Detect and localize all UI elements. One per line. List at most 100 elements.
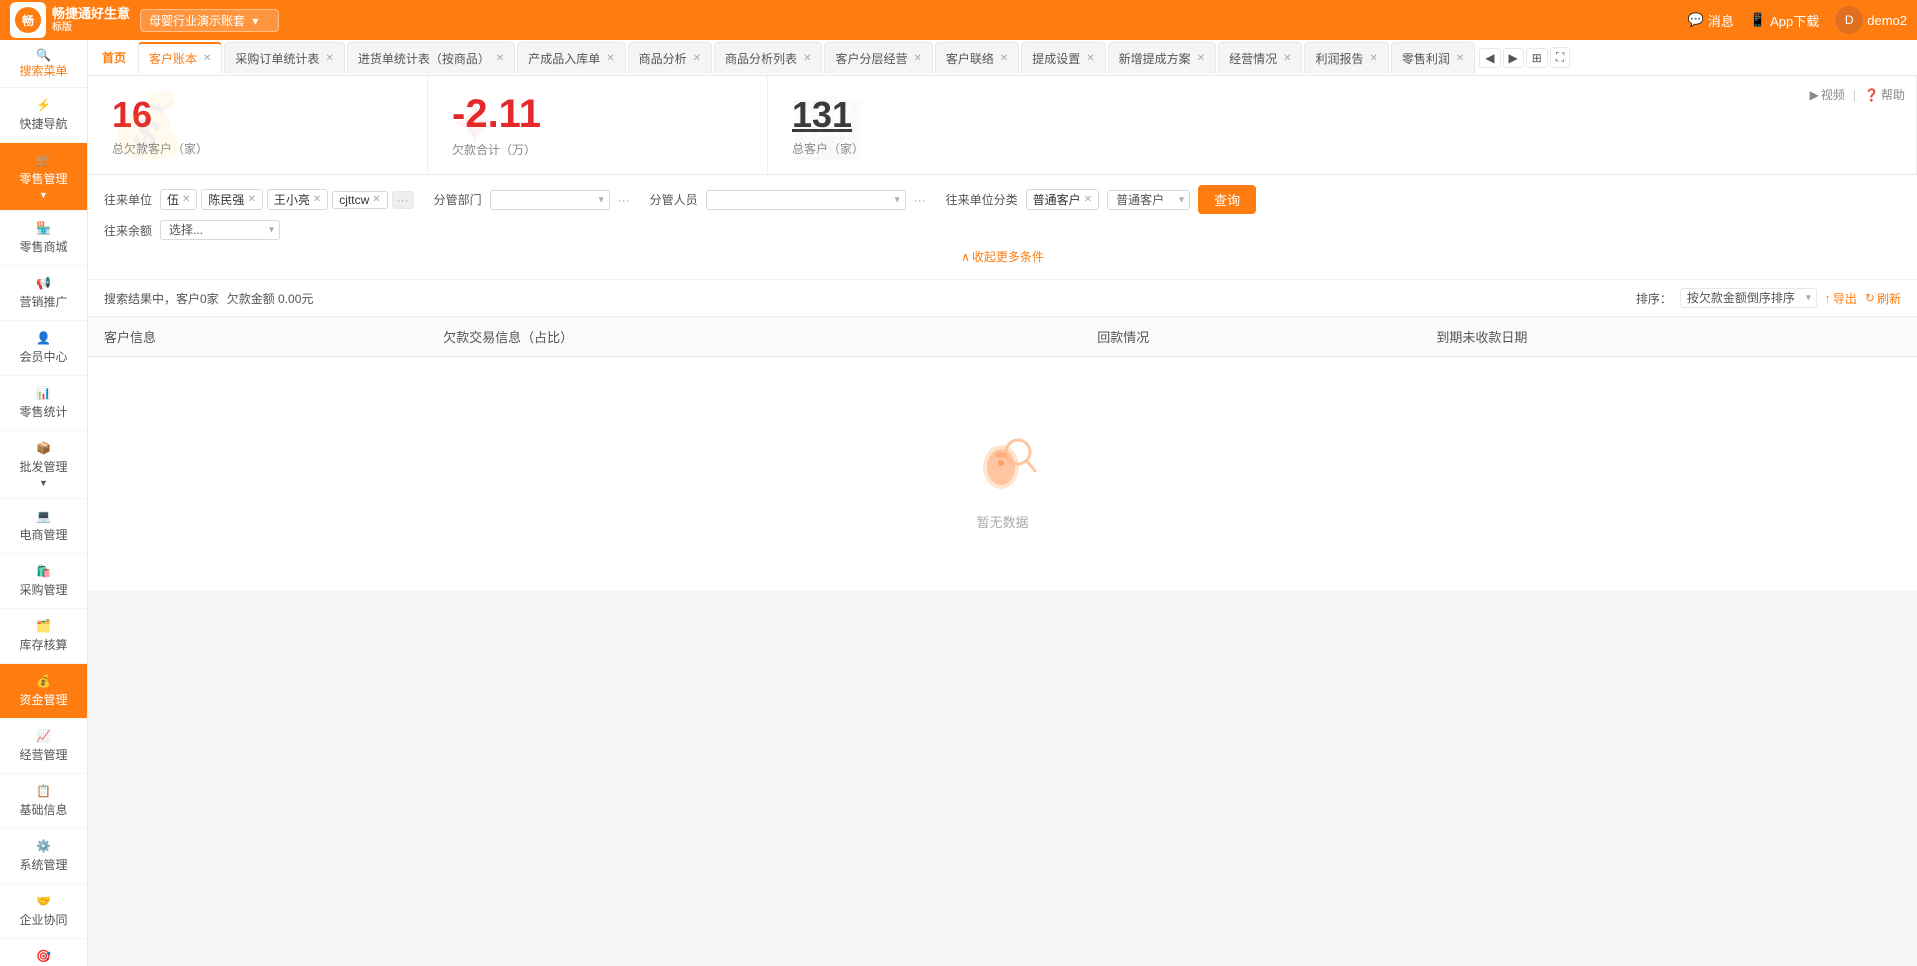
help-button[interactable]: ❓ 帮助 — [1864, 86, 1905, 103]
unit-tag-close-2[interactable]: ✕ — [313, 194, 321, 205]
finance-label: 资金管理 — [19, 691, 67, 708]
unit-tag-1: 陈民强 ✕ — [201, 189, 262, 210]
tab-close-inbound[interactable]: ✕ — [496, 53, 504, 64]
sidebar: 🔍 搜索菜单 ⚡ 快捷导航 🛒 零售管理 ▼ 🏪 零售商城 📢 营销推广 � — [0, 40, 88, 966]
balance-filter-label: 往来余额 — [104, 222, 152, 239]
unit-tag-close-3[interactable]: ✕ — [372, 194, 380, 205]
sidebar-item-collab[interactable]: 🤝 企业协同 — [0, 884, 87, 939]
person-select[interactable] — [706, 190, 906, 210]
sidebar-item-finance[interactable]: 💰 资金管理 — [0, 664, 87, 719]
tab-close-commission[interactable]: ✕ — [1086, 53, 1094, 64]
message-icon: 💬 — [1688, 12, 1704, 28]
chevron-up-icon: ∧ — [961, 250, 970, 264]
collapse-button[interactable]: ∧ 收起更多条件 — [961, 248, 1044, 265]
user-menu[interactable]: D demo2 — [1835, 6, 1907, 34]
system-icon: ⚙️ — [36, 839, 51, 853]
tab-close-product-analysis[interactable]: ✕ — [693, 53, 701, 64]
tab-close-new-commission[interactable]: ✕ — [1197, 53, 1205, 64]
sort-select[interactable]: 按欠款金额倒序排序 — [1680, 288, 1817, 308]
category-select[interactable]: 普通客户 — [1107, 190, 1190, 210]
balance-select[interactable]: 选择... — [160, 220, 280, 240]
tab-close-product-analysis-list[interactable]: ✕ — [803, 53, 811, 64]
purchase-icon: 🛍️ — [36, 564, 51, 578]
refresh-button[interactable]: ↻ 刷新 — [1865, 290, 1901, 307]
unit-tag-close-0[interactable]: ✕ — [182, 194, 190, 205]
main-layout: 🔍 搜索菜单 ⚡ 快捷导航 🛒 零售管理 ▼ 🏪 零售商城 📢 营销推广 � — [0, 40, 1917, 966]
tab-close-product-inbound[interactable]: ✕ — [606, 53, 614, 64]
sidebar-item-inventory[interactable]: 🗂️ 库存核算 — [0, 609, 87, 664]
wholesale-icon: 📦 — [36, 441, 51, 455]
export-button[interactable]: ↑ 导出 — [1825, 290, 1857, 307]
sidebar-item-ecommerce[interactable]: 💻 电商管理 — [0, 499, 87, 554]
tab-close-retail-profit[interactable]: ✕ — [1456, 53, 1464, 64]
ecommerce-icon: 💻 — [36, 509, 51, 523]
unit-tags: 伍 ✕ 陈民强 ✕ 王小亮 ✕ — [160, 189, 414, 210]
tab-profit-report[interactable]: 利润报告 ✕ — [1304, 42, 1388, 74]
sidebar-item-system[interactable]: ⚙️ 系统管理 — [0, 829, 87, 884]
tab-close-purchase-order[interactable]: ✕ — [325, 53, 333, 64]
ecommerce-label: 电商管理 — [19, 526, 67, 543]
tab-purchase-order-stats[interactable]: 采购订单统计表 ✕ — [224, 42, 344, 74]
sidebar-item-quick-nav[interactable]: ⚡ 快捷导航 — [0, 88, 87, 143]
dept-more-btn[interactable]: ··· — [618, 193, 630, 207]
tab-close-customer-ledger[interactable]: ✕ — [203, 53, 211, 64]
message-button[interactable]: 💬 消息 — [1688, 11, 1734, 30]
tab-customer-layer[interactable]: 客户分层经营 ✕ — [824, 42, 932, 74]
sidebar-item-retail[interactable]: 🛒 零售管理 ▼ — [0, 143, 87, 211]
sidebar-item-retail-mall[interactable]: 🏪 零售商城 — [0, 211, 87, 266]
tab-close-profit[interactable]: ✕ — [1370, 53, 1378, 64]
tab-commission-settings[interactable]: 提成设置 ✕ — [1021, 42, 1105, 74]
help-icon: ❓ — [1864, 88, 1879, 102]
tab-nav-right[interactable]: ▶ — [1503, 48, 1524, 68]
video-help-button[interactable]: ▶ 视频 — [1810, 86, 1845, 103]
account-dropdown[interactable]: 母婴行业演示账套 ▾ — [140, 9, 279, 32]
tab-product-inbound[interactable]: 产成品入库单 ✕ — [517, 42, 625, 74]
wholesale-label: 批发管理 — [19, 458, 67, 475]
tab-inbound-stats[interactable]: 进货单统计表（按商品） ✕ — [347, 42, 515, 74]
query-button[interactable]: 查询 — [1198, 185, 1256, 214]
result-bar: 搜索结果中，客户0家 欠款金额 0.00元 排序： 按欠款金额倒序排序 — [88, 280, 1917, 317]
mall-icon: 🏪 — [36, 221, 51, 235]
logo: 畅 畅捷通好生意 标版 — [10, 2, 130, 38]
sidebar-item-basic-info[interactable]: 📋 基础信息 — [0, 774, 87, 829]
tab-customer-ledger[interactable]: 客户账本 ✕ — [138, 42, 222, 74]
tab-fullscreen[interactable]: ⛶ — [1550, 47, 1570, 68]
tab-close-customer-contact[interactable]: ✕ — [1000, 53, 1008, 64]
tab-home[interactable]: 首页 — [92, 42, 136, 74]
mall-label: 零售商城 — [19, 238, 67, 255]
result-bar-left: 搜索结果中，客户0家 欠款金额 0.00元 — [104, 290, 313, 307]
empty-state: 暂无数据 — [88, 357, 1917, 591]
tab-nav-more[interactable]: ⊞ — [1526, 48, 1548, 68]
sidebar-item-guide[interactable]: 🎯 新手引导 — [0, 939, 87, 966]
operations-icon: 📈 — [36, 729, 51, 743]
unit-tag-close-1[interactable]: ✕ — [247, 194, 255, 205]
tab-new-commission[interactable]: 新增提成方案 ✕ — [1108, 42, 1216, 74]
sidebar-item-purchase[interactable]: 🛍️ 采购管理 — [0, 554, 87, 609]
tab-product-analysis-list[interactable]: 商品分析列表 ✕ — [714, 42, 822, 74]
sidebar-item-member[interactable]: 👤 会员中心 — [0, 321, 87, 376]
person-more-btn[interactable]: ··· — [914, 193, 926, 207]
finance-icon: 💰 — [36, 674, 51, 688]
retail-icon: 🛒 — [36, 153, 51, 167]
tab-close-operations[interactable]: ✕ — [1283, 53, 1291, 64]
sidebar-item-retail-stats[interactable]: 📊 零售统计 — [0, 376, 87, 431]
marketing-icon: 📢 — [36, 276, 51, 290]
sidebar-item-operations[interactable]: 📈 经营管理 — [0, 719, 87, 774]
tab-nav-left[interactable]: ◀ — [1479, 48, 1500, 68]
tab-product-analysis[interactable]: 商品分析 ✕ — [628, 42, 712, 74]
stat-card-debt: ✦ -2.11 欠款合计（万） — [428, 76, 768, 174]
tab-customer-contact[interactable]: 客户联络 ✕ — [935, 42, 1019, 74]
collab-label: 企业协同 — [19, 911, 67, 928]
unit-tags-more[interactable]: ··· — [392, 191, 414, 209]
category-filter-label: 往来单位分类 — [946, 191, 1018, 208]
category-tag-close-0[interactable]: ✕ — [1084, 194, 1092, 205]
search-menu[interactable]: 🔍 搜索菜单 — [0, 40, 87, 88]
tab-retail-profit[interactable]: 零售利润 ✕ — [1391, 42, 1475, 74]
tab-close-customer-layer[interactable]: ✕ — [913, 53, 921, 64]
tab-operations[interactable]: 经营情况 ✕ — [1218, 42, 1302, 74]
stats-row: 💰 16 总欠款客户（家） ✦ -2.11 欠款合计（万） 🏢 — [88, 76, 1917, 175]
sidebar-item-wholesale[interactable]: 📦 批发管理 ▼ — [0, 431, 87, 499]
app-download-button[interactable]: 📱 App下载 — [1750, 11, 1819, 30]
dept-select[interactable] — [490, 190, 610, 210]
sidebar-item-marketing[interactable]: 📢 营销推广 — [0, 266, 87, 321]
